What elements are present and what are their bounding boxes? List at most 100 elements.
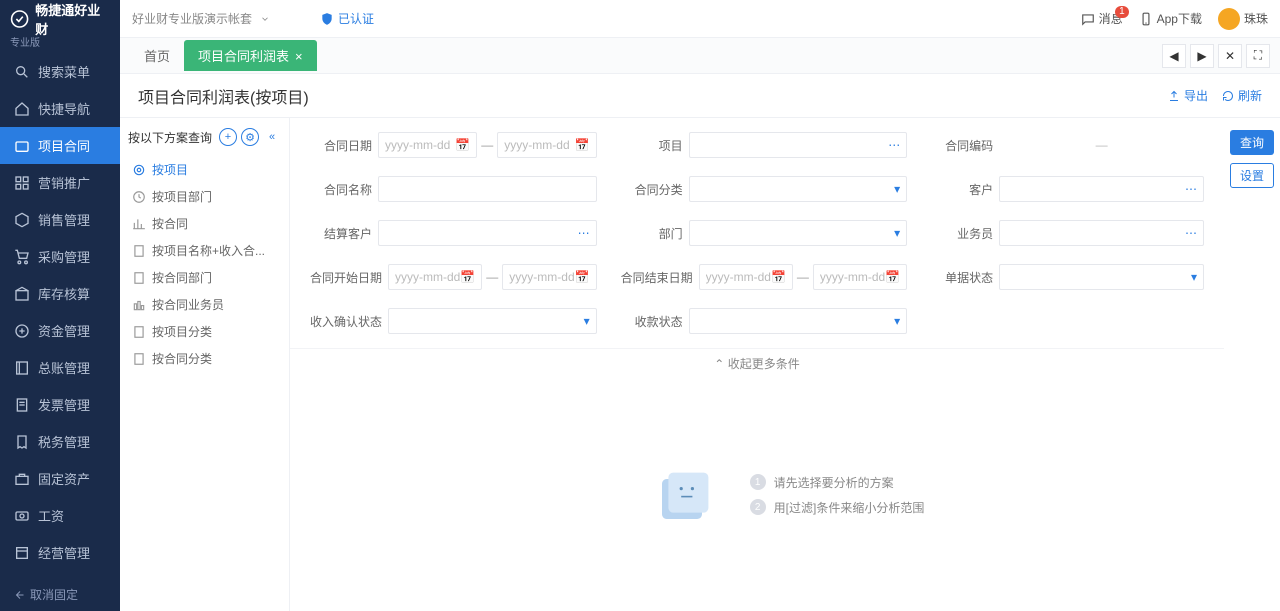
calendar-icon: 📅: [575, 270, 590, 284]
chevron-down-icon: ▾: [894, 226, 900, 240]
tab-label: 首页: [144, 49, 170, 64]
bill-status-select[interactable]: ▾: [999, 264, 1204, 290]
scheme-item[interactable]: 按合同分类: [128, 345, 281, 372]
scheme-label: 按合同: [152, 215, 188, 232]
step-text: 请先选择要分析的方案: [774, 474, 894, 491]
collapse-filters-button[interactable]: ⌃ 收起更多条件: [290, 348, 1224, 378]
field-customer: 客户⋯: [931, 176, 1204, 202]
sidebar-item-quicknav[interactable]: 快捷导航: [0, 90, 120, 127]
field-label: 结算客户: [310, 225, 372, 242]
sidebar-item-inventory[interactable]: 库存核算: [0, 275, 120, 312]
settings-button[interactable]: 设置: [1230, 163, 1274, 188]
field-label: 合同开始日期: [310, 269, 382, 286]
empty-step: 1请先选择要分析的方案: [750, 470, 925, 495]
more-icon: ⋯: [888, 138, 900, 152]
sidebar-item-tax[interactable]: 税务管理: [0, 423, 120, 460]
field-end-date: 合同结束日期 yyyy-mm-dd📅 — yyyy-mm-dd📅: [621, 264, 908, 290]
tab-next-button[interactable]: ▶: [1190, 44, 1214, 68]
refresh-button[interactable]: 刷新: [1222, 87, 1262, 104]
scheme-label: 按合同业务员: [152, 296, 224, 313]
sidebar-item-marketing[interactable]: 营销推广: [0, 164, 120, 201]
placeholder: yyyy-mm-dd: [706, 270, 771, 284]
department-select[interactable]: ▾: [689, 220, 908, 246]
sidebar-item-project-contract[interactable]: 项目合同: [0, 127, 120, 164]
sidebar-item-funds[interactable]: 资金管理: [0, 312, 120, 349]
pin-toggle[interactable]: 取消固定: [0, 578, 120, 611]
messages-link[interactable]: 消息 1: [1081, 10, 1123, 27]
field-label: 收款状态: [621, 313, 683, 330]
brand-edition: 专业版: [0, 34, 120, 49]
sidebar-item-expense[interactable]: 小畅报销: [0, 571, 120, 578]
scheme-item[interactable]: 按合同业务员: [128, 291, 281, 318]
receipt-status-select[interactable]: ▾: [689, 308, 908, 334]
salesman-select[interactable]: ⋯: [999, 220, 1204, 246]
account-selector[interactable]: 好业财专业版演示帐套: [132, 10, 290, 27]
calendar-icon: 📅: [455, 138, 470, 152]
tab-prev-button[interactable]: ◀: [1162, 44, 1186, 68]
sidebar-item-invoice[interactable]: 发票管理: [0, 386, 120, 423]
shield-icon: [320, 12, 334, 26]
scheme-panel: 按以下方案查询 + ⚙ « 按项目 按项目部门 按合同 按项目名称+收入合...…: [120, 118, 290, 611]
scheme-item[interactable]: 按项目分类: [128, 318, 281, 345]
tab-report[interactable]: 项目合同利润表×: [184, 40, 317, 71]
chevron-down-icon: ▾: [894, 314, 900, 328]
contract-date-to[interactable]: yyyy-mm-dd📅: [497, 132, 596, 158]
sidebar-item-search[interactable]: 搜索菜单: [0, 53, 120, 90]
wage-icon: [14, 508, 30, 524]
scheme-item[interactable]: 按项目部门: [128, 183, 281, 210]
scheme-label: 按合同部门: [152, 269, 212, 286]
brand-logo: 畅捷通好业财: [0, 0, 120, 38]
doc-icon: [132, 352, 146, 366]
scheme-collapse-button[interactable]: «: [263, 128, 281, 146]
tab-home[interactable]: 首页: [130, 40, 184, 71]
folder-icon: [14, 138, 30, 154]
contract-date-from[interactable]: yyyy-mm-dd📅: [378, 132, 477, 158]
sidebar-item-ledger[interactable]: 总账管理: [0, 349, 120, 386]
doc-icon: [132, 325, 146, 339]
start-date-from[interactable]: yyyy-mm-dd📅: [388, 264, 482, 290]
customer-select[interactable]: ⋯: [999, 176, 1204, 202]
scheme-settings-button[interactable]: ⚙: [241, 128, 259, 146]
fullscreen-button[interactable]: ⛶: [1246, 44, 1270, 68]
page-header: 项目合同利润表(按项目) 导出 刷新: [120, 74, 1280, 118]
sidebar-label: 销售管理: [38, 210, 90, 229]
close-icon[interactable]: ×: [295, 49, 303, 64]
export-button[interactable]: 导出: [1168, 87, 1208, 104]
calendar-icon: 📅: [460, 270, 475, 284]
app-download-link[interactable]: App下载: [1139, 10, 1202, 27]
query-button[interactable]: 查询: [1230, 130, 1274, 155]
sidebar-item-salary[interactable]: 工资: [0, 497, 120, 534]
chart-icon: [132, 217, 146, 231]
scheme-item[interactable]: 按合同部门: [128, 264, 281, 291]
contract-class-select[interactable]: ▾: [689, 176, 908, 202]
user-menu[interactable]: 珠珠: [1218, 8, 1268, 30]
scheme-item[interactable]: 按合同: [128, 210, 281, 237]
sidebar-item-assets[interactable]: 固定资产: [0, 460, 120, 497]
asset-icon: [14, 471, 30, 487]
project-select[interactable]: ⋯: [689, 132, 908, 158]
sidebar-label: 总账管理: [38, 358, 90, 377]
end-date-from[interactable]: yyyy-mm-dd📅: [699, 264, 793, 290]
cart-icon: [14, 249, 30, 265]
sidebar-label: 营销推广: [38, 173, 90, 192]
end-date-to[interactable]: yyyy-mm-dd📅: [813, 264, 907, 290]
sidebar-item-sales[interactable]: 销售管理: [0, 201, 120, 238]
tab-close-all-button[interactable]: ✕: [1218, 44, 1242, 68]
account-name: 好业财专业版演示帐套: [132, 10, 252, 27]
scheme-item[interactable]: 按项目名称+收入合...: [128, 237, 281, 264]
contract-name-input[interactable]: [378, 176, 597, 202]
clock-icon: [132, 190, 146, 204]
collapse-label: 收起更多条件: [728, 357, 800, 371]
sidebar-item-purchase[interactable]: 采购管理: [0, 238, 120, 275]
scheme-item[interactable]: 按项目: [128, 156, 281, 183]
topbar: 好业财专业版演示帐套 已认证 消息 1 App下载 珠珠: [120, 0, 1280, 38]
scheme-add-button[interactable]: +: [219, 128, 237, 146]
more-icon: ⋯: [578, 226, 590, 240]
income-status-select[interactable]: ▾: [388, 308, 597, 334]
field-label: 项目: [621, 137, 683, 154]
field-contract-class: 合同分类▾: [621, 176, 908, 202]
start-date-to[interactable]: yyyy-mm-dd📅: [502, 264, 596, 290]
coin-icon: [14, 323, 30, 339]
sidebar-item-business[interactable]: 经营管理: [0, 534, 120, 571]
settle-customer-select[interactable]: ⋯: [378, 220, 597, 246]
